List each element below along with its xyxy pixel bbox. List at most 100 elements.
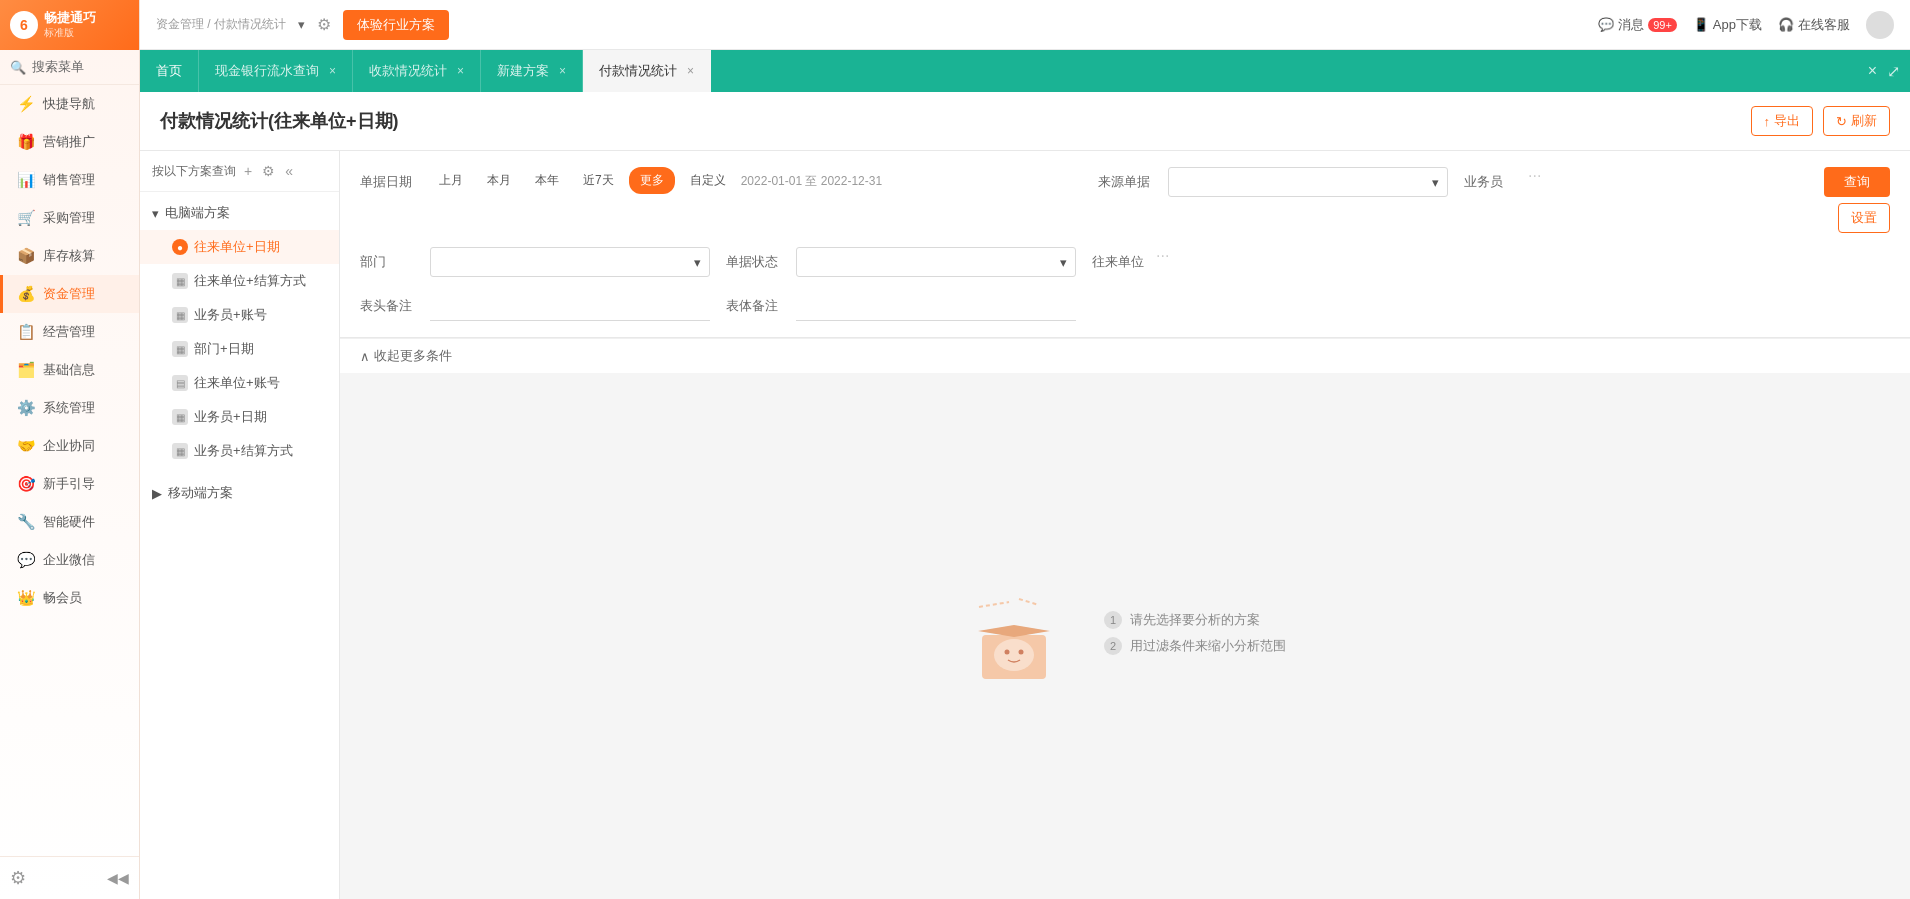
last-7-btn[interactable]: 近7天 (574, 167, 623, 194)
page-header: 付款情况统计(往来单位+日期) ↑ 导出 ↻ 刷新 (140, 92, 1910, 151)
head-remark-input[interactable] (430, 291, 710, 321)
topbar-app-download[interactable]: 📱 App下载 (1693, 16, 1762, 34)
left-panel-title: 按以下方案查询 (152, 163, 236, 180)
last-month-btn[interactable]: 上月 (430, 167, 472, 194)
tab-new-scheme-close[interactable]: × (559, 64, 566, 78)
operation-icon: 📋 (17, 323, 35, 341)
mobile-scheme-group-header[interactable]: ▶ 移动端方案 (140, 476, 339, 510)
tab-bank-flow-close[interactable]: × (329, 64, 336, 78)
staff-dots[interactable]: ··· (1524, 167, 1545, 185)
svg-point-3 (994, 639, 1034, 671)
collapse-conditions-button[interactable]: ∧ 收起更多条件 (340, 338, 1910, 373)
body-remark-input[interactable] (796, 291, 1076, 321)
basic-info-icon: 🗂️ (17, 361, 35, 379)
tab-payment-stats[interactable]: 付款情况统计 × (583, 50, 711, 92)
scheme-item-partner-account[interactable]: ▤ 往来单位+账号 (140, 366, 339, 400)
topbar-message[interactable]: 💬 消息 99+ (1598, 16, 1677, 34)
sidebar-search-item[interactable]: 🔍 搜索菜单 (0, 50, 139, 85)
sidebar-item-operation[interactable]: 📋 经营管理 (0, 313, 139, 351)
add-scheme-button[interactable]: + (242, 161, 254, 181)
message-badge: 99+ (1648, 18, 1677, 32)
sidebar: 6 畅捷通巧 标准版 🔍 搜索菜单 ⚡ 快捷导航 🎁 营销推广 📊 销售管理 🛒… (0, 0, 140, 899)
main-area: 资金管理 / 付款情况统计 ▾ ⚙ 体验行业方案 💬 消息 99+ 📱 App下… (140, 0, 1910, 899)
scheme-table-icon-3: ▦ (172, 341, 188, 357)
source-select[interactable]: ▾ (1168, 167, 1448, 197)
partner-label: 往来单位 (1092, 247, 1152, 271)
topbar-online-service[interactable]: 🎧 在线客服 (1778, 16, 1850, 34)
purchase-icon: 🛒 (17, 209, 35, 227)
tab-bank-flow[interactable]: 现金银行流水查询 × (199, 50, 353, 92)
tab-receipt-stats-close[interactable]: × (457, 64, 464, 78)
partner-dots[interactable]: ··· (1152, 247, 1173, 265)
sidebar-item-hardware[interactable]: 🔧 智能硬件 (0, 503, 139, 541)
export-icon: ↑ (1764, 114, 1771, 129)
tab-maximize-icon[interactable]: ⤢ (1887, 62, 1900, 81)
date-label: 单据日期 (360, 167, 430, 191)
tab-home[interactable]: 首页 (140, 50, 199, 92)
scheme-table-icon-6: ▦ (172, 443, 188, 459)
sidebar-item-guide[interactable]: 🎯 新手引导 (0, 465, 139, 503)
scheme-item-staff-settle[interactable]: ▦ 业务员+结算方式 (140, 434, 339, 468)
staff-label: 业务员 (1464, 167, 1524, 191)
sidebar-collapse-btn[interactable]: ◀◀ (107, 870, 129, 886)
refresh-button[interactable]: ↻ 刷新 (1823, 106, 1890, 136)
desktop-scheme-group-header[interactable]: ▾ 电脑端方案 (140, 196, 339, 230)
mobile-scheme-group: ▶ 移动端方案 (140, 472, 339, 514)
left-panel-header: 按以下方案查询 + ⚙ « (140, 151, 339, 192)
search-icon: 🔍 (10, 60, 26, 75)
trial-industry-button[interactable]: 体验行业方案 (343, 10, 449, 40)
sidebar-item-marketing[interactable]: 🎁 营销推广 (0, 123, 139, 161)
scheme-item-partner-settle[interactable]: ▦ 往来单位+结算方式 (140, 264, 339, 298)
filter-area: 单据日期 上月 本月 本年 近7天 更多 自定义 2022-01-01 至 20… (340, 151, 1910, 338)
scheme-item-staff-date[interactable]: ▦ 业务员+日期 (140, 400, 339, 434)
desktop-scheme-group: ▾ 电脑端方案 ● 往来单位+日期 ▦ 往来单位+结算方式 ▦ 业务员+账号 (140, 192, 339, 472)
tab-receipt-stats-label: 收款情况统计 (369, 62, 447, 80)
sidebar-item-collab[interactable]: 🤝 企业协同 (0, 427, 139, 465)
scheme-item-staff-account[interactable]: ▦ 业务员+账号 (140, 298, 339, 332)
chevron-down-icon-status: ▾ (1060, 255, 1067, 270)
topbar-dropdown[interactable]: ▾ (298, 17, 305, 32)
tab-new-scheme[interactable]: 新建方案 × (481, 50, 583, 92)
sidebar-gear-btn[interactable]: ⚙ (10, 867, 26, 889)
tab-bank-flow-label: 现金银行流水查询 (215, 62, 319, 80)
query-button[interactable]: 查询 (1824, 167, 1890, 197)
sidebar-item-sales[interactable]: 📊 销售管理 (0, 161, 139, 199)
sidebar-item-purchase[interactable]: 🛒 采购管理 (0, 199, 139, 237)
custom-date-btn[interactable]: 自定义 (681, 167, 735, 194)
tab-receipt-stats[interactable]: 收款情况统计 × (353, 50, 481, 92)
scheme-table-icon-2: ▦ (172, 307, 188, 323)
scheme-item-partner-date[interactable]: ● 往来单位+日期 (140, 230, 339, 264)
doc-status-select[interactable]: ▾ (796, 247, 1076, 277)
this-year-btn[interactable]: 本年 (526, 167, 568, 194)
head-remark-label: 表头备注 (360, 291, 430, 315)
svg-line-0 (979, 602, 1009, 607)
dept-label: 部门 (360, 247, 430, 271)
wechat-icon: 💬 (17, 551, 35, 569)
sales-icon: 📊 (17, 171, 35, 189)
more-date-btn[interactable]: 更多 (629, 167, 675, 194)
sidebar-item-system[interactable]: ⚙️ 系统管理 (0, 389, 139, 427)
topbar-right: 💬 消息 99+ 📱 App下载 🎧 在线客服 (1598, 11, 1894, 39)
date-range-text: 2022-01-01 至 2022-12-31 (741, 173, 882, 190)
user-avatar[interactable] (1866, 11, 1894, 39)
scheme-settings-button[interactable]: ⚙ (260, 161, 277, 181)
left-panel-collapse-button[interactable]: « (283, 161, 295, 181)
sidebar-item-member[interactable]: 👑 畅会员 (0, 579, 139, 617)
filter-settings-button[interactable]: 设置 (1838, 203, 1890, 233)
this-month-btn[interactable]: 本月 (478, 167, 520, 194)
tab-payment-stats-close[interactable]: × (687, 64, 694, 78)
filter-row-2: 部门 ▾ 单据状态 ▾ 往来单位 ··· (360, 247, 1890, 277)
sidebar-item-inventory[interactable]: 📦 库存核算 (0, 237, 139, 275)
scheme-item-dept-date[interactable]: ▦ 部门+日期 (140, 332, 339, 366)
tab-close-all-icon[interactable]: × (1868, 62, 1877, 80)
sidebar-item-basic-info[interactable]: 🗂️ 基础信息 (0, 351, 139, 389)
dept-select[interactable]: ▾ (430, 247, 710, 277)
topbar-gear-icon[interactable]: ⚙ (317, 15, 331, 34)
sidebar-item-quick-nav[interactable]: ⚡ 快捷导航 (0, 85, 139, 123)
date-filter-content: 上月 本月 本年 近7天 更多 自定义 2022-01-01 至 2022-12… (430, 167, 1098, 194)
scheme-table-icon: ▦ (172, 273, 188, 289)
sidebar-item-finance[interactable]: 💰 资金管理 (0, 275, 139, 313)
sidebar-item-wechat[interactable]: 💬 企业微信 (0, 541, 139, 579)
export-button[interactable]: ↑ 导出 (1751, 106, 1814, 136)
app-logo-icon: 6 (10, 11, 38, 39)
